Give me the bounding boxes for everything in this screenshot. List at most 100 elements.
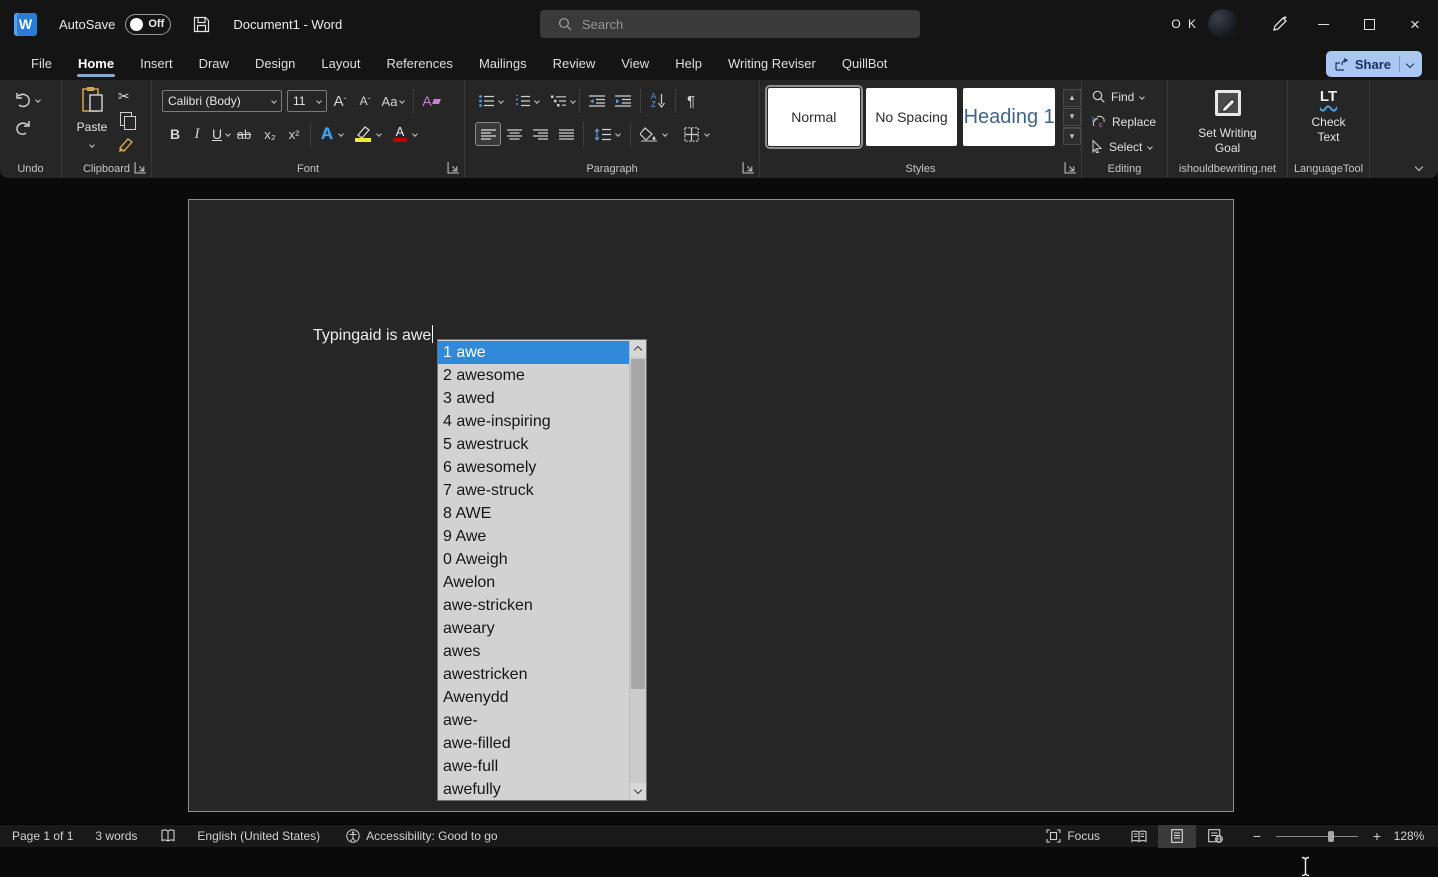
autocomplete-item[interactable]: 4 awe-inspiring <box>438 410 629 433</box>
user-initials[interactable]: O K <box>1171 17 1198 31</box>
paragraph-dialog-launcher[interactable] <box>742 161 755 174</box>
shrink-font-button[interactable]: Aˇ <box>353 89 377 113</box>
style-normal[interactable]: Normal <box>768 88 860 146</box>
zoom-in-button[interactable]: + <box>1368 828 1386 844</box>
autocomplete-item[interactable]: awe-stricken <box>438 594 629 617</box>
autocomplete-item[interactable]: awe- <box>438 709 629 732</box>
tab-review[interactable]: Review <box>540 49 609 79</box>
redo-button[interactable] <box>14 116 31 140</box>
tab-home[interactable]: Home <box>65 49 127 79</box>
font-size-select[interactable]: 11 <box>287 90 327 112</box>
scroll-up-button[interactable] <box>630 340 646 357</box>
line-spacing-button[interactable] <box>588 122 616 146</box>
styles-scroll-down-icon[interactable]: ▾ <box>1063 108 1081 126</box>
autosave-toggle[interactable]: Off <box>125 14 171 35</box>
word-app-icon[interactable]: W <box>14 13 37 36</box>
copy-icon[interactable] <box>120 112 132 126</box>
share-chevron-icon[interactable] <box>1406 60 1414 68</box>
tab-help[interactable]: Help <box>662 49 715 79</box>
autocomplete-item[interactable]: 0 Aweigh <box>438 548 629 571</box>
grow-font-button[interactable]: Aˆ <box>327 89 353 113</box>
align-left-button[interactable] <box>475 122 501 146</box>
highlight-chevron-icon[interactable] <box>376 131 382 137</box>
maximize-button[interactable] <box>1346 0 1392 48</box>
paste-button[interactable]: Paste <box>70 86 114 152</box>
autocomplete-item[interactable]: awe-full <box>438 755 629 778</box>
show-formatting-button[interactable]: ¶ <box>680 89 702 113</box>
shading-button[interactable] <box>635 122 663 146</box>
increase-indent-button[interactable] <box>610 89 636 113</box>
search-input[interactable]: Search <box>540 10 920 38</box>
minimize-button[interactable] <box>1300 0 1346 48</box>
multilevel-chevron-icon[interactable] <box>570 98 576 104</box>
tab-insert[interactable]: Insert <box>127 49 186 79</box>
autocomplete-item[interactable]: awestricken <box>438 663 629 686</box>
autocomplete-item[interactable]: 7 awe-struck <box>438 479 629 502</box>
share-button[interactable]: Share <box>1326 51 1422 77</box>
format-painter-icon[interactable] <box>118 136 134 152</box>
close-button[interactable]: × <box>1392 0 1438 48</box>
text-effects-chevron-icon[interactable] <box>338 131 344 137</box>
change-case-button[interactable]: Aa <box>377 89 409 113</box>
bullets-button[interactable] <box>475 89 499 113</box>
tab-mailings[interactable]: Mailings <box>466 49 540 79</box>
paste-chevron-icon[interactable] <box>89 142 95 148</box>
autocomplete-item[interactable]: 3 awed <box>438 387 629 410</box>
cut-icon[interactable]: ✂ <box>118 88 130 105</box>
bold-button[interactable]: B <box>164 122 186 146</box>
highlight-button[interactable] <box>349 122 377 146</box>
clear-formatting-button[interactable]: A <box>418 89 444 113</box>
zoom-slider-thumb[interactable] <box>1328 831 1334 842</box>
text-effects-button[interactable]: A <box>315 122 339 146</box>
shading-chevron-icon[interactable] <box>662 131 668 137</box>
font-name-select[interactable]: Calibri (Body) <box>162 90 282 112</box>
clipboard-dialog-launcher[interactable] <box>134 161 147 174</box>
autocomplete-item[interactable]: awe-filled <box>438 732 629 755</box>
decrease-indent-button[interactable] <box>584 89 610 113</box>
scrollbar-thumb[interactable] <box>631 359 645 689</box>
autocomplete-item[interactable]: awefully <box>438 778 629 801</box>
find-button[interactable]: Find <box>1082 84 1167 109</box>
sort-button[interactable]: A Z <box>645 89 671 113</box>
numbering-button[interactable] <box>511 89 535 113</box>
focus-button[interactable]: Focus <box>1046 829 1100 843</box>
select-button[interactable]: Select <box>1082 134 1167 159</box>
underline-button[interactable]: U <box>208 122 226 146</box>
autocomplete-item[interactable]: 5 awestruck <box>438 433 629 456</box>
autocomplete-item[interactable]: awes <box>438 640 629 663</box>
numbering-chevron-icon[interactable] <box>534 98 540 104</box>
align-right-button[interactable] <box>527 122 553 146</box>
set-writing-goal-button[interactable]: Set Writing Goal <box>1168 88 1287 156</box>
justify-button[interactable] <box>553 122 579 146</box>
undo-button[interactable] <box>14 88 32 112</box>
web-layout-button[interactable] <box>1196 825 1234 848</box>
print-layout-button[interactable] <box>1158 825 1196 848</box>
line-spacing-chevron-icon[interactable] <box>615 131 621 137</box>
tab-view[interactable]: View <box>608 49 662 79</box>
document-page[interactable]: Typingaid is awe <box>188 199 1234 812</box>
autocomplete-item[interactable]: 2 awesome <box>438 364 629 387</box>
autocomplete-scrollbar[interactable] <box>629 340 646 800</box>
tab-draw[interactable]: Draw <box>186 49 242 79</box>
undo-chevron-icon[interactable] <box>35 97 41 103</box>
autocomplete-item[interactable]: 9 Awe <box>438 525 629 548</box>
autocomplete-item[interactable]: 8 AWE <box>438 502 629 525</box>
style-no-spacing[interactable]: No Spacing <box>866 88 958 146</box>
bullets-chevron-icon[interactable] <box>498 98 504 104</box>
save-button[interactable] <box>187 10 215 38</box>
tab-quillbot[interactable]: QuillBot <box>829 49 901 79</box>
styles-dialog-launcher[interactable] <box>1064 161 1077 174</box>
zoom-level[interactable]: 128% <box>1386 829 1432 843</box>
tab-layout[interactable]: Layout <box>308 49 373 79</box>
styles-scroll-up-icon[interactable]: ▴ <box>1063 89 1081 107</box>
tab-writing-reviser[interactable]: Writing Reviser <box>715 49 829 79</box>
replace-button[interactable]: b c Replace <box>1082 109 1167 134</box>
accessibility-status[interactable]: Accessibility: Good to go <box>346 829 497 843</box>
page-indicator[interactable]: Page 1 of 1 <box>12 829 73 843</box>
borders-button[interactable] <box>677 122 705 146</box>
word-count[interactable]: 3 words <box>95 829 137 843</box>
superscript-button[interactable]: x² <box>282 122 306 146</box>
autocomplete-item[interactable]: Awelon <box>438 571 629 594</box>
language-indicator[interactable]: English (United States) <box>197 829 320 843</box>
feedback-button[interactable] <box>1260 0 1300 48</box>
